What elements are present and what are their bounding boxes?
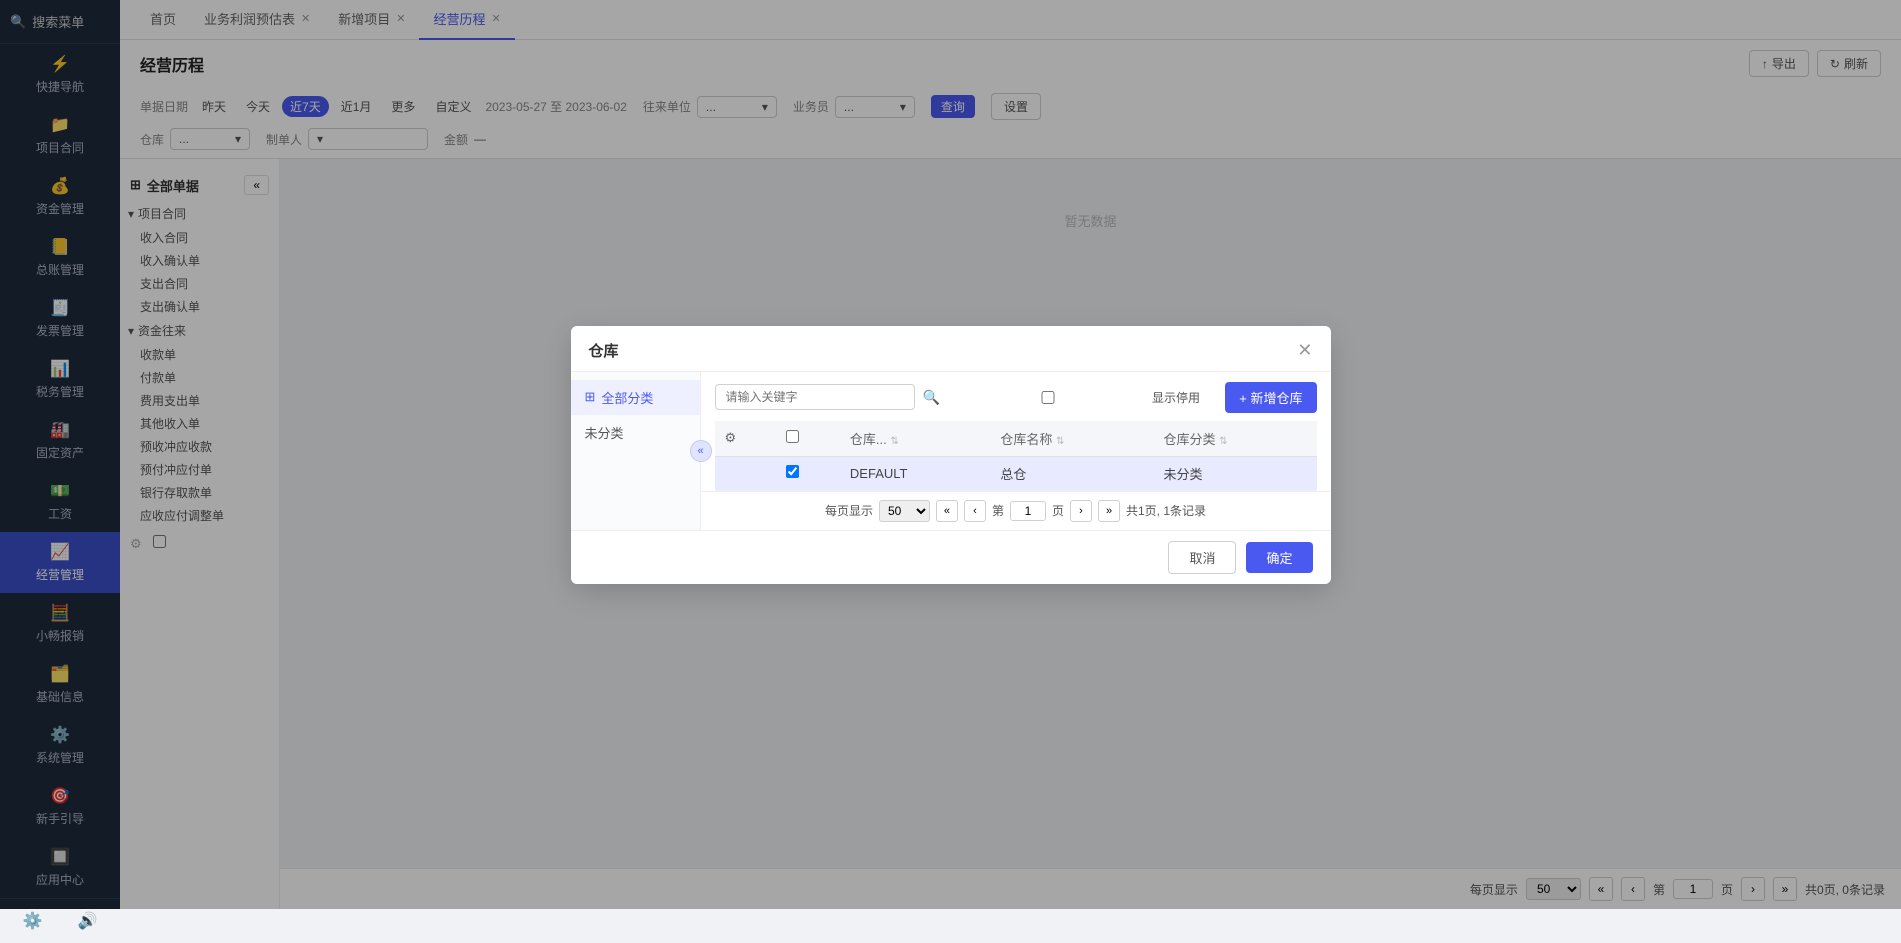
volume-icon[interactable]: 🔊: [78, 911, 98, 931]
modal-title: 仓库: [589, 340, 619, 361]
select-all-checkbox[interactable]: [786, 430, 799, 443]
modal-page-input[interactable]: [1010, 501, 1046, 521]
col-name[interactable]: 仓库名称 ⇅: [990, 421, 1153, 457]
show-disabled-label[interactable]: 显示停用: [948, 389, 1200, 406]
modal-prev-btn[interactable]: ‹: [964, 500, 986, 522]
col-settings: ⚙: [715, 421, 776, 457]
sort-icon-name: ⇅: [1056, 436, 1064, 447]
sort-icon-category: ⇅: [1219, 436, 1227, 447]
modal-close-button[interactable]: ✕: [1297, 340, 1312, 361]
modal-page-prefix: 第: [992, 502, 1004, 519]
modal-pagination: 每页显示 50 100 « ‹ 第 页 › » 共1页, 1条记录: [701, 491, 1331, 530]
col-code[interactable]: 仓库... ⇅: [840, 421, 990, 457]
modal-category-all-label: 全部分类: [601, 388, 653, 407]
modal-search: 🔍 显示停用: [715, 384, 1200, 410]
show-disabled-checkbox[interactable]: [948, 391, 1148, 404]
modal-body: ⊞ 全部分类 未分类 « 🔍 显示停用: [571, 372, 1331, 530]
col-checkbox: [776, 421, 840, 457]
settings-header-icon[interactable]: ⚙: [725, 430, 737, 445]
modal-main: 🔍 显示停用 + 新增仓库 ⚙: [701, 372, 1331, 530]
row-category-cell: 未分类: [1153, 456, 1316, 490]
modal-page-label: 页: [1052, 502, 1064, 519]
row-name-cell: 总仓: [990, 456, 1153, 490]
modal-search-input[interactable]: [715, 384, 915, 410]
confirm-button[interactable]: 确定: [1246, 542, 1312, 573]
row-checkbox-cell: [776, 456, 840, 490]
modal-table-wrap: ⚙ 仓库... ⇅ 仓库名称: [701, 421, 1331, 491]
row-code-cell: DEFAULT: [840, 456, 990, 490]
modal-category-all[interactable]: ⊞ 全部分类: [571, 380, 700, 415]
modal-first-btn[interactable]: «: [936, 500, 958, 522]
sort-icon-code: ⇅: [890, 436, 898, 447]
modal-add-button[interactable]: + 新增仓库: [1225, 382, 1316, 413]
table-row[interactable]: DEFAULT 总仓 未分类: [715, 456, 1317, 490]
modal-category-uncat-label: 未分类: [585, 423, 624, 442]
modal-sidebar-collapse-btn[interactable]: «: [690, 440, 712, 462]
modal-toolbar: 🔍 显示停用 + 新增仓库: [701, 372, 1331, 421]
modal-per-page-label: 每页显示: [825, 502, 873, 519]
settings-icon[interactable]: ⚙️: [23, 911, 43, 931]
row-settings-cell: [715, 456, 776, 490]
modal-sidebar: ⊞ 全部分类 未分类 «: [571, 372, 701, 530]
row-checkbox[interactable]: [786, 465, 799, 478]
modal-header: 仓库 ✕: [571, 326, 1331, 372]
warehouse-modal: 仓库 ✕ ⊞ 全部分类 未分类 «: [571, 326, 1331, 584]
modal-next-btn[interactable]: ›: [1070, 500, 1092, 522]
modal-category-uncat[interactable]: 未分类: [571, 415, 700, 450]
show-disabled-text: 显示停用: [1152, 389, 1200, 406]
cancel-button[interactable]: 取消: [1168, 541, 1236, 574]
grid-icon-small: ⊞: [585, 389, 596, 405]
modal-per-page-select[interactable]: 50 100: [879, 500, 930, 522]
modal-table: ⚙ 仓库... ⇅ 仓库名称: [715, 421, 1317, 491]
modal-overlay: 仓库 ✕ ⊞ 全部分类 未分类 «: [0, 0, 1901, 909]
modal-last-btn[interactable]: »: [1098, 500, 1120, 522]
modal-total-label: 共1页, 1条记录: [1126, 502, 1206, 519]
modal-footer: 取消 确定: [571, 530, 1331, 584]
modal-search-button[interactable]: 🔍: [923, 389, 940, 406]
col-category[interactable]: 仓库分类 ⇅: [1153, 421, 1316, 457]
